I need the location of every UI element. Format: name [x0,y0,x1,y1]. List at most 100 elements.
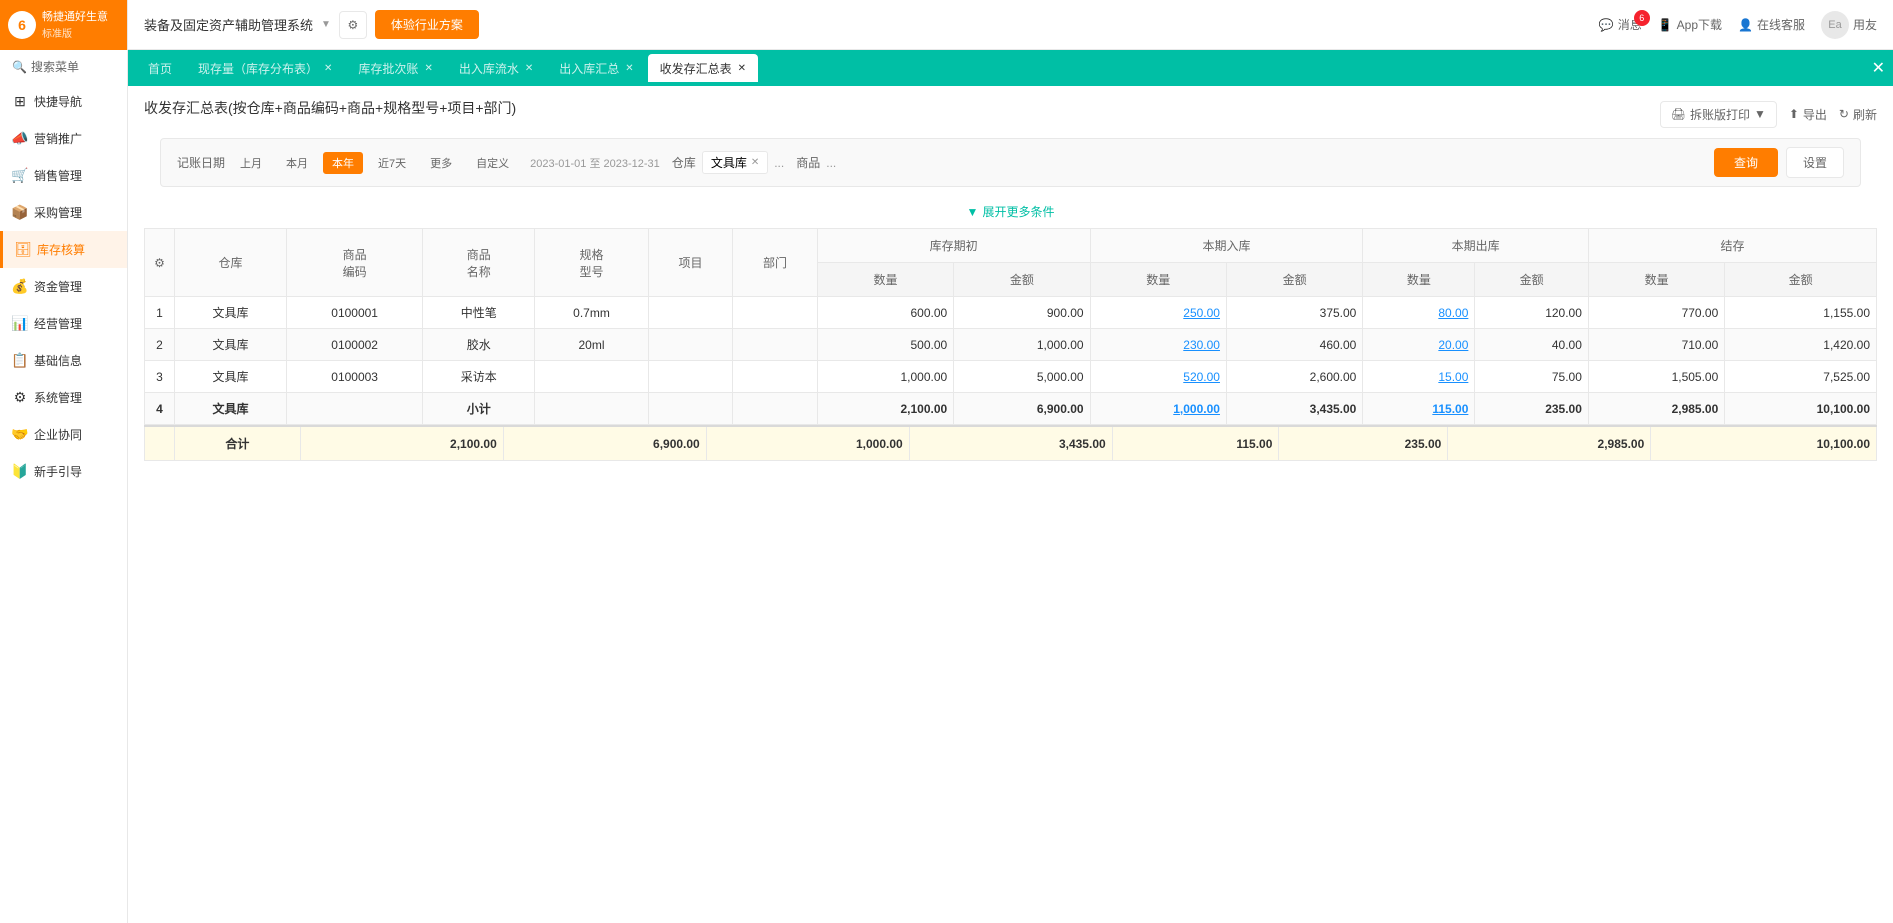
row-open-qty: 600.00 [817,297,953,329]
footer-open-qty: 2,100.00 [300,426,503,461]
row-in-qty[interactable]: 230.00 [1090,329,1226,361]
tab-batch[interactable]: 库存批次账 ✕ [346,54,444,82]
table-row: 4 文具库 小计 2,100.00 6,900.00 1,000.00 3,43… [145,393,1877,425]
goods-filter-section: 商品 ... [796,154,836,171]
tab-bar-close-icon[interactable]: ✕ [1872,58,1885,78]
date-btn-last-month[interactable]: 上月 [231,152,271,174]
tab-close-icon[interactable]: ✕ [625,63,633,74]
tab-close-icon[interactable]: ✕ [738,63,746,74]
print-button[interactable]: 🖨 拆账版打印 ▼ [1660,101,1777,128]
goods-more-btn[interactable]: ... [826,156,836,170]
messages-btn[interactable]: 💬 消息 6 [1599,16,1642,33]
th-in-group: 本期入库 [1090,229,1363,263]
row-warehouse: 文具库 [175,393,287,425]
filter-settings-button[interactable]: 设置 [1786,147,1844,178]
header-settings-btn[interactable]: ⚙ [339,11,367,39]
avatar-text: Ea [1828,19,1841,31]
footer-out-amt: 235.00 [1279,426,1448,461]
date-btn-more[interactable]: 更多 [421,152,461,174]
warehouse-more-btn[interactable]: ... [774,156,784,170]
row-in-amt: 375.00 [1226,297,1362,329]
row-bal-qty: 2,985.00 [1588,393,1724,425]
header-right: 💬 消息 6 📱 App下载 👤 在线客服 Ea 用友 [1599,11,1877,39]
row-open-qty: 1,000.00 [817,361,953,393]
enterprise-icon: 🤝 [12,427,28,443]
sidebar-item-finance[interactable]: 💰 资金管理 [0,268,127,305]
query-button[interactable]: 查询 [1714,148,1778,177]
th-opening-group: 库存期初 [817,229,1090,263]
purchase-icon: 📦 [12,205,28,221]
row-in-amt: 2,600.00 [1226,361,1362,393]
app-download-btn[interactable]: 📱 App下载 [1658,16,1722,33]
online-service-btn[interactable]: 👤 在线客服 [1738,16,1805,33]
row-out-qty[interactable]: 20.00 [1363,329,1475,361]
sidebar-item-quick-nav[interactable]: ⊞ 快捷导航 [0,83,127,120]
date-btn-custom[interactable]: 自定义 [467,152,518,174]
tab-home[interactable]: 首页 [136,54,184,82]
tab-summary[interactable]: 出入库汇总 ✕ [547,54,645,82]
date-btn-7days[interactable]: 近7天 [369,152,415,174]
th-settings[interactable]: ⚙ [145,229,175,297]
tab-label: 现存量（库存分布表） [198,60,318,77]
top-header: 装备及固定资产辅助管理系统 ▼ ⚙ 体验行业方案 💬 消息 6 📱 App下载 … [128,0,1893,50]
expand-icon: ▼ [967,205,979,219]
tab-home-label: 首页 [148,60,172,77]
export-button[interactable]: ⬆ 导出 [1789,106,1827,123]
sidebar-item-label: 基础信息 [34,352,82,369]
expand-conditions-button[interactable]: ▼ 展开更多条件 [967,203,1055,220]
date-btn-this-year[interactable]: 本年 [323,152,363,174]
sidebar-item-label: 系统管理 [34,389,82,406]
tab-inventory-dist[interactable]: 现存量（库存分布表） ✕ [186,54,344,82]
sidebar-item-marketing[interactable]: 📣 营销推广 [0,120,127,157]
logo-icon: 6 [8,11,36,39]
user-btn[interactable]: Ea 用友 [1821,11,1877,39]
tab-close-icon[interactable]: ✕ [525,63,533,74]
tab-close-icon[interactable]: ✕ [424,63,432,74]
row-bal-amt: 10,100.00 [1725,393,1877,425]
sidebar-item-sales[interactable]: 🛒 销售管理 [0,157,127,194]
sidebar-item-guide[interactable]: 🔰 新手引导 [0,453,127,490]
sales-icon: 🛒 [12,168,28,184]
footer-bal-qty: 2,985.00 [1448,426,1651,461]
th-out-group: 本期出库 [1363,229,1589,263]
warehouse-tag[interactable]: 文具库 ✕ [702,151,768,174]
finance-icon: 💰 [12,279,28,295]
warehouse-tag-close-icon[interactable]: ✕ [751,157,759,168]
trial-button[interactable]: 体验行业方案 [375,10,479,39]
basic-icon: 📋 [12,353,28,369]
row-no: 4 [145,393,175,425]
settings-icon: ⚙ [348,18,359,32]
sidebar-item-inventory[interactable]: 🗄 库存核算 [0,231,127,268]
content-area: 收发存汇总表(按仓库+商品编码+商品+规格型号+项目+部门) 🖨 拆账版打印 ▼… [128,86,1893,923]
row-out-qty[interactable]: 80.00 [1363,297,1475,329]
tab-flow[interactable]: 出入库流水 ✕ [447,54,545,82]
sidebar-item-purchase[interactable]: 📦 采购管理 [0,194,127,231]
row-dept [733,361,818,393]
warehouse-filter-section: 仓库 文具库 ✕ ... [672,151,784,174]
row-name: 采访本 [423,361,535,393]
date-btn-this-month[interactable]: 本月 [277,152,317,174]
sidebar-search[interactable]: 🔍 搜索菜单 [0,50,127,83]
print-dropdown-icon: ▼ [1754,107,1766,121]
footer-table: 合计 2,100.00 6,900.00 1,000.00 3,435.00 1… [144,425,1877,461]
sidebar-item-operations[interactable]: 📊 经营管理 [0,305,127,342]
refresh-button[interactable]: ↻ 刷新 [1839,106,1877,123]
sidebar: 6 畅捷通好生意 标准版 🔍 搜索菜单 ⊞ 快捷导航 📣 营销推广 🛒 销售管理… [0,0,128,923]
row-in-qty[interactable]: 250.00 [1090,297,1226,329]
row-dept [733,329,818,361]
sidebar-item-basic[interactable]: 📋 基础信息 [0,342,127,379]
th-warehouse: 仓库 [175,229,287,297]
row-bal-qty: 770.00 [1588,297,1724,329]
date-label: 记账日期 [177,154,225,171]
warehouse-value: 文具库 [711,154,747,171]
row-spec [535,393,648,425]
row-in-qty[interactable]: 1,000.00 [1090,393,1226,425]
row-out-qty[interactable]: 15.00 [1363,361,1475,393]
footer-in-qty: 1,000.00 [706,426,909,461]
sidebar-item-system[interactable]: ⚙ 系统管理 [0,379,127,416]
row-in-qty[interactable]: 520.00 [1090,361,1226,393]
tab-close-icon[interactable]: ✕ [324,63,332,74]
tab-recv-send[interactable]: 收发存汇总表 ✕ [648,54,758,82]
row-out-qty[interactable]: 115.00 [1363,393,1475,425]
sidebar-item-enterprise[interactable]: 🤝 企业协同 [0,416,127,453]
